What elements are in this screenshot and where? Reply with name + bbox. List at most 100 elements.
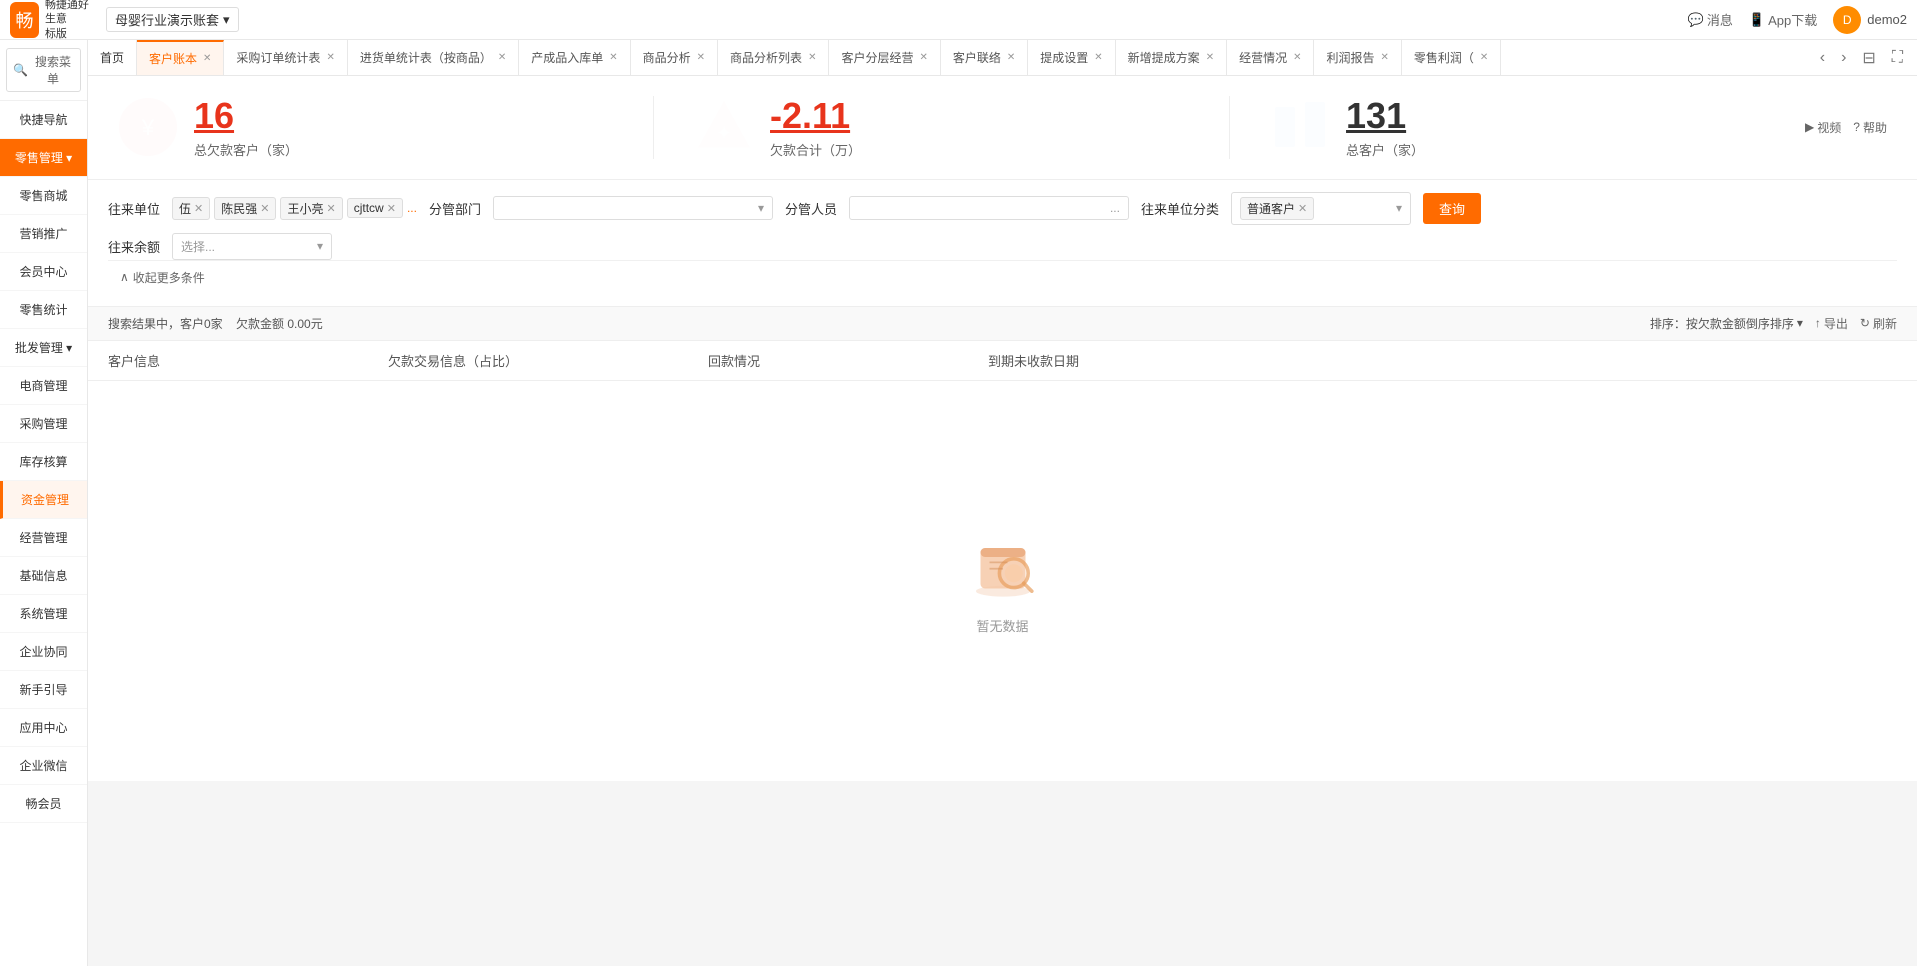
stat-label-overdue-count: 总欠款客户（家） [194, 140, 298, 159]
sidebar-item-business-mgmt[interactable]: 经营管理 [0, 519, 87, 557]
tab-close-customer-book[interactable]: ✕ [203, 53, 211, 64]
tab-biz-status[interactable]: 经营情况 ✕ [1227, 40, 1314, 76]
tab-close-cost-in[interactable]: ✕ [609, 52, 617, 63]
tab-close-remind[interactable]: ✕ [1094, 52, 1102, 63]
tab-customer-tier[interactable]: 客户分层经营 ✕ [829, 40, 940, 76]
tab-profit-report[interactable]: 利润报告 ✕ [1314, 40, 1401, 76]
top-bar-left: 畅 畅捷通好生意 标版 母婴行业演示账套 ▾ [10, 0, 239, 41]
col-due-date: 到期未收款日期 [988, 351, 1897, 370]
message-icon: 💬 [1688, 12, 1704, 28]
sidebar-item-app-center[interactable]: 应用中心 [0, 709, 87, 747]
video-help-btn[interactable]: ▶ 视频 [1805, 119, 1841, 136]
tab-purchase-order[interactable]: 采购订单统计表 ✕ [224, 40, 347, 76]
filter-tag-unit-type[interactable]: 普通客户 ✕ [1240, 197, 1314, 220]
svg-text:✦: ✦ [716, 123, 731, 143]
filter-person-select[interactable]: ... [849, 196, 1129, 220]
stat-label-overdue-amount: 欠款合计（万） [770, 140, 861, 159]
sidebar-item-enterprise[interactable]: 企业协同 [0, 633, 87, 671]
tab-close-goods-stats[interactable]: ✕ [498, 52, 506, 63]
tab-goods-analysis[interactable]: 商品分析 ✕ [631, 40, 718, 76]
search-menu-button[interactable]: 🔍 搜索菜单 [6, 48, 81, 92]
tab-close-achieve[interactable]: ✕ [1206, 52, 1214, 63]
stat-block-overdue-amount: ✦ -2.11 欠款合计（万） [653, 96, 1229, 159]
sidebar-item-quick-nav[interactable]: 快捷导航 [0, 101, 87, 139]
filter-dept-select[interactable]: ▾ [493, 196, 773, 220]
tab-customer-link[interactable]: 客户联络 ✕ [941, 40, 1028, 76]
query-button[interactable]: 查询 [1423, 193, 1481, 224]
more-tags-btn[interactable]: ... [407, 201, 417, 215]
tab-close-profit[interactable]: ✕ [1381, 52, 1389, 63]
filter-balance-select[interactable]: 选择... ▾ [172, 233, 332, 260]
sidebar-item-retail-mall[interactable]: 零售商城 [0, 177, 87, 215]
sidebar-search-area: 🔍 搜索菜单 [0, 40, 87, 101]
tab-goods-analysis-list[interactable]: 商品分析列表 ✕ [718, 40, 829, 76]
remove-unit-type[interactable]: ✕ [1298, 202, 1307, 215]
sort-select[interactable]: 排序：按欠款金额倒序排序 ▾ [1650, 315, 1803, 332]
tab-home[interactable]: 首页 [88, 40, 137, 76]
sidebar-item-purchase[interactable]: 采购管理 [0, 405, 87, 443]
avatar: D [1833, 6, 1861, 34]
message-btn[interactable]: 💬 消息 [1688, 10, 1733, 29]
tab-cost-in[interactable]: 产成品入库单 ✕ [519, 40, 630, 76]
person-more-btn[interactable]: ... [1110, 201, 1120, 215]
tab-close-goods-list[interactable]: ✕ [808, 52, 816, 63]
tab-new-achieve[interactable]: 新增提成方案 ✕ [1116, 40, 1227, 76]
search-icon: 🔍 [13, 63, 28, 77]
filter-tag-2[interactable]: 陈民强 ✕ [214, 197, 276, 220]
tab-remind-settings[interactable]: 提成设置 ✕ [1028, 40, 1115, 76]
remove-tag-4[interactable]: ✕ [387, 202, 396, 215]
export-btn[interactable]: ↑ 导出 [1815, 315, 1848, 332]
tab-next-btn[interactable]: › [1835, 47, 1852, 69]
filter-dept-label: 分管部门 [429, 199, 481, 218]
filter-tags-unit: 伍 ✕ 陈民强 ✕ 王小亮 ✕ [172, 197, 417, 220]
sidebar-item-newbie[interactable]: 新手引导 [0, 671, 87, 709]
page-help: ▶ 视频 ? 帮助 [1805, 96, 1887, 159]
tab-close-purchase[interactable]: ✕ [326, 52, 334, 63]
user-area[interactable]: D demo2 [1833, 6, 1907, 34]
tab-prev-btn[interactable]: ‹ [1814, 47, 1831, 69]
sidebar-item-vip[interactable]: 畅会员 [0, 785, 87, 823]
stat-value-total-customers[interactable]: 131 [1346, 96, 1424, 136]
tab-close-goods-analysis[interactable]: ✕ [697, 52, 705, 63]
filter-tag-3[interactable]: 王小亮 ✕ [280, 197, 342, 220]
help-btn[interactable]: ? 帮助 [1853, 119, 1887, 136]
tab-fullscreen-btn[interactable]: ⛶ [1886, 47, 1909, 69]
remove-tag-1[interactable]: ✕ [194, 202, 203, 215]
tab-goods-stats[interactable]: 进货单统计表（按商品） ✕ [348, 40, 519, 76]
sidebar-item-member[interactable]: 会员中心 [0, 253, 87, 291]
tab-close-customer-tier[interactable]: ✕ [919, 52, 927, 63]
remove-tag-3[interactable]: ✕ [327, 202, 336, 215]
store-selector[interactable]: 母婴行业演示账套 ▾ [106, 7, 239, 32]
sort-label: 排序：按欠款金额倒序排序 [1650, 315, 1794, 332]
tab-close-retail-profit[interactable]: ✕ [1480, 52, 1488, 63]
sidebar-item-marketing[interactable]: 营销推广 [0, 215, 87, 253]
remove-tag-2[interactable]: ✕ [260, 202, 269, 215]
filter-unit-type-select[interactable]: 普通客户 ✕ ▾ [1231, 192, 1411, 225]
stat-value-overdue-count[interactable]: 16 [194, 96, 298, 136]
filter-balance-label: 往来余额 [108, 237, 160, 256]
filter-area: 往来单位 伍 ✕ 陈民强 ✕ 王小亮 [88, 180, 1917, 307]
stat-value-overdue-amount[interactable]: -2.11 [770, 96, 861, 136]
stat-block-overdue-customers: ¥ 16 总欠款客户（家） [118, 96, 653, 159]
sidebar-item-system[interactable]: 系统管理 [0, 595, 87, 633]
tab-customer-book[interactable]: 客户账本 ✕ [137, 40, 224, 76]
app-download-btn[interactable]: 📱 App下载 [1749, 10, 1817, 29]
sidebar-item-wecom[interactable]: 企业微信 [0, 747, 87, 785]
stat-block-total-customers: 131 总客户（家） [1229, 96, 1805, 159]
collapse-btn[interactable]: ∧ 收起更多条件 [112, 265, 213, 290]
sidebar-item-finance[interactable]: 资金管理 [0, 481, 87, 519]
sidebar-item-batch-mgmt[interactable]: 批发管理 ▾ [0, 329, 87, 367]
tab-close-biz[interactable]: ✕ [1293, 52, 1301, 63]
refresh-btn[interactable]: ↻ 刷新 [1860, 315, 1897, 332]
sidebar-item-retail-stats[interactable]: 零售统计 [0, 291, 87, 329]
filter-tag-1[interactable]: 伍 ✕ [172, 197, 210, 220]
filter-tag-4[interactable]: cjttcw ✕ [347, 198, 403, 218]
tab-more-btn[interactable]: ⊟ [1856, 46, 1881, 70]
sidebar-item-base-info[interactable]: 基础信息 [0, 557, 87, 595]
tab-retail-profit[interactable]: 零售利润（ ✕ [1402, 40, 1501, 76]
sidebar-item-inventory[interactable]: 库存核算 [0, 443, 87, 481]
sidebar-item-retail-mgmt[interactable]: 零售管理 ▾ [0, 139, 87, 177]
tab-close-customer-link[interactable]: ✕ [1007, 52, 1015, 63]
question-icon: ? [1853, 120, 1860, 134]
sidebar-item-ecommerce[interactable]: 电商管理 [0, 367, 87, 405]
